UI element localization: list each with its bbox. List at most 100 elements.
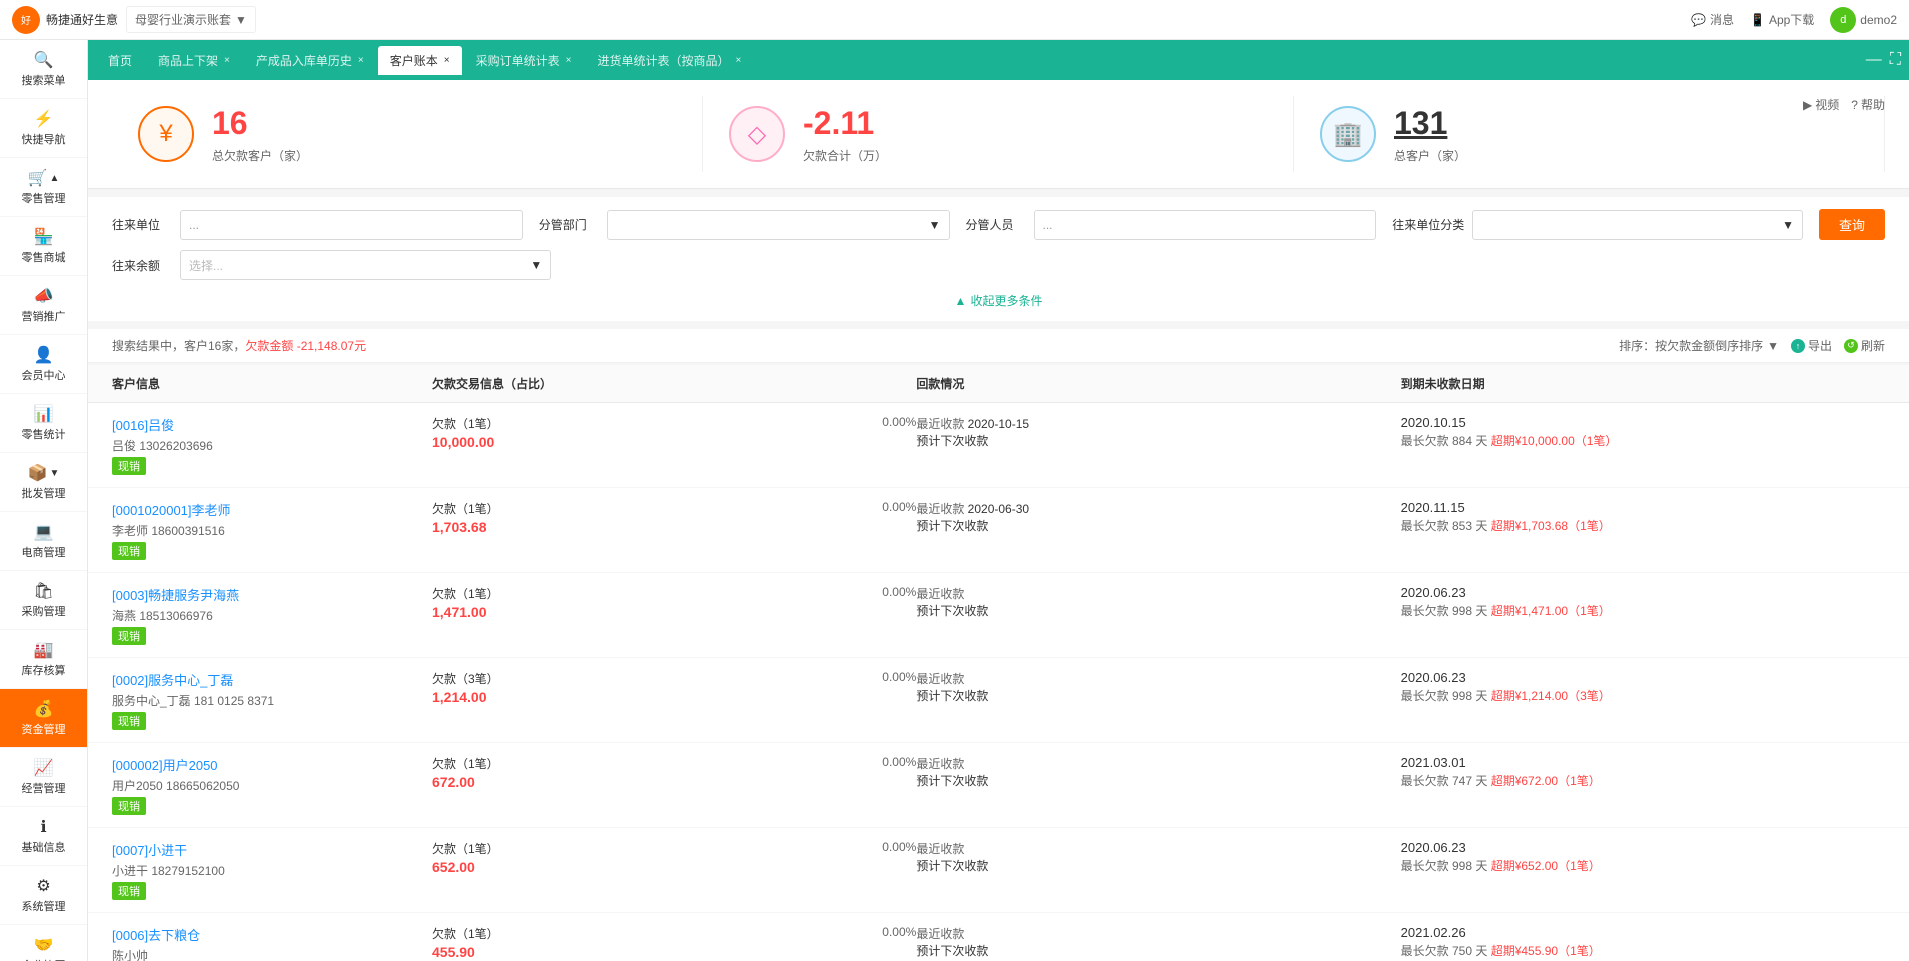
overdue-link-5[interactable]: 超期¥672.00（1笔） xyxy=(1491,774,1601,788)
message-icon: 💬 xyxy=(1691,13,1706,27)
sidebar-label-marketing: 营销推广 xyxy=(22,308,66,324)
customer-name-link-4[interactable]: [0002]服务中心_丁磊 xyxy=(112,673,233,688)
video-btn[interactable]: ▶ 视频 xyxy=(1803,96,1839,113)
tab-import-stats-label: 进货单统计表（按商品） xyxy=(597,52,729,69)
user-profile[interactable]: d demo2 xyxy=(1830,7,1897,33)
sort-label: 排序：按欠款金额倒序排序 xyxy=(1619,337,1763,354)
sidebar-item-marketing[interactable]: 📣 营销推广 xyxy=(0,276,87,335)
sidebar-item-operations[interactable]: 📈 经营管理 xyxy=(0,748,87,807)
sidebar-label-warehouse: 库存核算 xyxy=(22,662,66,678)
overdue-link-3[interactable]: 超期¥1,471.00（1笔） xyxy=(1491,604,1611,618)
search-button[interactable]: 查询 xyxy=(1819,209,1885,240)
sidebar-item-retail-mgmt[interactable]: 🛒 ▲ 零售管理 xyxy=(0,158,87,217)
sidebar-item-capital[interactable]: 💰 资金管理 xyxy=(0,689,87,748)
debt-ratio-5: 0.00% xyxy=(882,755,916,769)
tab-products-off-close[interactable]: × xyxy=(224,55,230,66)
tab-purchase-order-close[interactable]: × xyxy=(566,55,572,66)
collapse-filter-btn[interactable]: ▲ 收起更多条件 xyxy=(955,292,1043,309)
tab-product-history-label: 产成品入库单历史 xyxy=(256,52,352,69)
tab-product-history[interactable]: 产成品入库单历史 × xyxy=(244,46,376,75)
customer-tag-3: 现销 xyxy=(112,627,146,645)
operations-icon: 📈 xyxy=(34,758,54,778)
store-selector[interactable]: 母婴行业演示账套 ▼ xyxy=(126,6,256,33)
sidebar-label-quick: 快捷导航 xyxy=(22,131,66,147)
tab-customer-account[interactable]: 客户账本 × xyxy=(378,46,462,75)
content-area: 首页 商品上下架 × 产成品入库单历史 × 客户账本 × 采购订单统计表 × xyxy=(88,40,1909,961)
filter-input-person[interactable]: ... xyxy=(1034,210,1377,240)
sidebar-item-enterprise[interactable]: 🤝 企业协同 xyxy=(0,925,87,961)
customer-info-3: [0003]畅捷服务尹海燕 海燕 18513066976 现销 xyxy=(112,585,432,645)
filter-input-unit[interactable]: ... xyxy=(180,210,523,240)
tab-products-off[interactable]: 商品上下架 × xyxy=(146,46,242,75)
customer-name-link-1[interactable]: [0016]吕俊 xyxy=(112,418,174,433)
sort-select[interactable]: 排序：按欠款金额倒序排序 ▼ xyxy=(1619,337,1779,354)
export-btn[interactable]: ↑ 导出 xyxy=(1791,337,1832,354)
enterprise-icon: 🤝 xyxy=(34,935,54,955)
stat-number-debt: -2.11 xyxy=(803,104,1269,142)
overdue-link-7[interactable]: 超期¥455.90（1笔） xyxy=(1491,944,1601,958)
refresh-btn[interactable]: ↺ 刷新 xyxy=(1844,337,1885,354)
payment-info-1: 最近收款 2020-10-15 预计下次收款 xyxy=(916,415,1400,449)
tab-home[interactable]: 首页 xyxy=(96,46,144,75)
filter-label-category: 往来单位分类 xyxy=(1392,216,1464,233)
sidebar-item-quick-nav[interactable]: ⚡ 快捷导航 xyxy=(0,99,87,158)
overdue-info-4: 2020.06.23 最长欠款 998 天 超期¥1,214.00（3笔） xyxy=(1401,670,1885,704)
debt-cell-5: 欠款（1笔） 672.00 0.00% xyxy=(432,755,916,792)
payment-info-3: 最近收款 预计下次收款 xyxy=(916,585,1400,619)
filter-select-category[interactable]: ▼ xyxy=(1472,210,1803,240)
overdue-link-2[interactable]: 超期¥1,703.68（1笔） xyxy=(1491,519,1611,533)
sidebar-item-batch-mgmt[interactable]: 📦 ▼ 批发管理 xyxy=(0,453,87,512)
sidebar-item-search-menu[interactable]: 🔍 搜索菜单 xyxy=(0,40,87,99)
sidebar-label-purchase: 采购管理 xyxy=(22,603,66,619)
member-icon: 👤 xyxy=(34,345,54,365)
sidebar-label-store: 零售商城 xyxy=(22,249,66,265)
customer-phone-5: 用户2050 18665062050 xyxy=(112,777,432,794)
debt-amount-7: 455.90 xyxy=(432,944,858,960)
customer-name-link-3[interactable]: [0003]畅捷服务尹海燕 xyxy=(112,588,239,603)
filter-select-dept[interactable]: ▼ xyxy=(607,210,950,240)
tab-purchase-order[interactable]: 采购订单统计表 × xyxy=(464,46,584,75)
customer-name-link-5[interactable]: [000002]用户2050 xyxy=(112,758,218,773)
help-btn[interactable]: ? 帮助 xyxy=(1851,96,1885,113)
sidebar-item-retail-stats[interactable]: 📊 零售统计 xyxy=(0,394,87,453)
overdue-days-6: 最长欠款 998 天 超期¥652.00（1笔） xyxy=(1401,857,1885,874)
tab-customer-account-close[interactable]: × xyxy=(444,55,450,66)
tab-import-stats-close[interactable]: × xyxy=(735,55,741,66)
top-bar: 好 畅捷通好生意 母婴行业演示账套 ▼ 💬 消息 📱 App下载 d demo2 xyxy=(0,0,1909,40)
app-download-btn[interactable]: 📱 App下载 xyxy=(1750,11,1814,28)
tab-import-stats[interactable]: 进货单统计表（按商品） × xyxy=(585,46,753,75)
tab-product-history-close[interactable]: × xyxy=(358,55,364,66)
sidebar-item-warehouse[interactable]: 🏭 库存核算 xyxy=(0,630,87,689)
debt-info-4: 欠款（3笔） 1,214.00 xyxy=(432,670,858,707)
sidebar-item-purchase[interactable]: 🛍 采购管理 xyxy=(0,571,87,630)
sidebar-item-ecom[interactable]: 💻 电商管理 xyxy=(0,512,87,571)
customer-tag-6: 现销 xyxy=(112,882,146,900)
stats-section: ¥ 16 总欠款客户（家） ◇ -2.11 欠款合计（万） xyxy=(88,80,1909,189)
tab-maximize-icon[interactable]: ⛶ xyxy=(1890,51,1901,69)
sidebar-item-retail-store[interactable]: 🏪 零售商城 xyxy=(0,217,87,276)
overdue-link-4[interactable]: 超期¥1,214.00（3笔） xyxy=(1491,689,1611,703)
tab-minimize-icon[interactable]: — xyxy=(1866,51,1882,69)
debt-info-2: 欠款（1笔） 1,703.68 xyxy=(432,500,858,537)
sidebar-item-basic[interactable]: ℹ 基础信息 xyxy=(0,807,87,866)
customer-phone-4: 服务中心_丁磊 181 0125 8371 xyxy=(112,692,432,709)
customer-name-link-6[interactable]: [0007]小进干 xyxy=(112,843,187,858)
export-label: 导出 xyxy=(1808,337,1832,354)
stat-icon-debt: ◇ xyxy=(727,104,787,164)
debt-count-6: 欠款（1笔） xyxy=(432,840,858,857)
overdue-link-1[interactable]: 超期¥10,000.00（1笔） xyxy=(1491,434,1618,448)
refresh-icon: ↺ xyxy=(1844,339,1858,353)
customer-phone-3: 海燕 18513066976 xyxy=(112,607,432,624)
stat-label-debt: 欠款合计（万） xyxy=(803,147,1269,164)
sidebar-item-system[interactable]: ⚙ 系统管理 xyxy=(0,866,87,925)
customer-name-link-2[interactable]: [0001020001]李老师 xyxy=(112,503,231,518)
results-bar: 搜索结果中，客户16家，欠款金额 -21,148.07元 排序：按欠款金额倒序排… xyxy=(88,329,1909,363)
filter-dropdown-balance[interactable]: 选择... ▼ xyxy=(180,250,551,280)
overdue-link-6[interactable]: 超期¥652.00（1笔） xyxy=(1491,859,1601,873)
tab-customer-account-label: 客户账本 xyxy=(390,52,438,69)
debt-count-1: 欠款（1笔） xyxy=(432,415,858,432)
message-btn[interactable]: 💬 消息 xyxy=(1691,11,1734,28)
customer-name-link-7[interactable]: [0006]去下粮仓 xyxy=(112,928,200,943)
sidebar-item-member[interactable]: 👤 会员中心 xyxy=(0,335,87,394)
stat-info-customers: 16 总欠款客户（家） xyxy=(212,104,678,163)
